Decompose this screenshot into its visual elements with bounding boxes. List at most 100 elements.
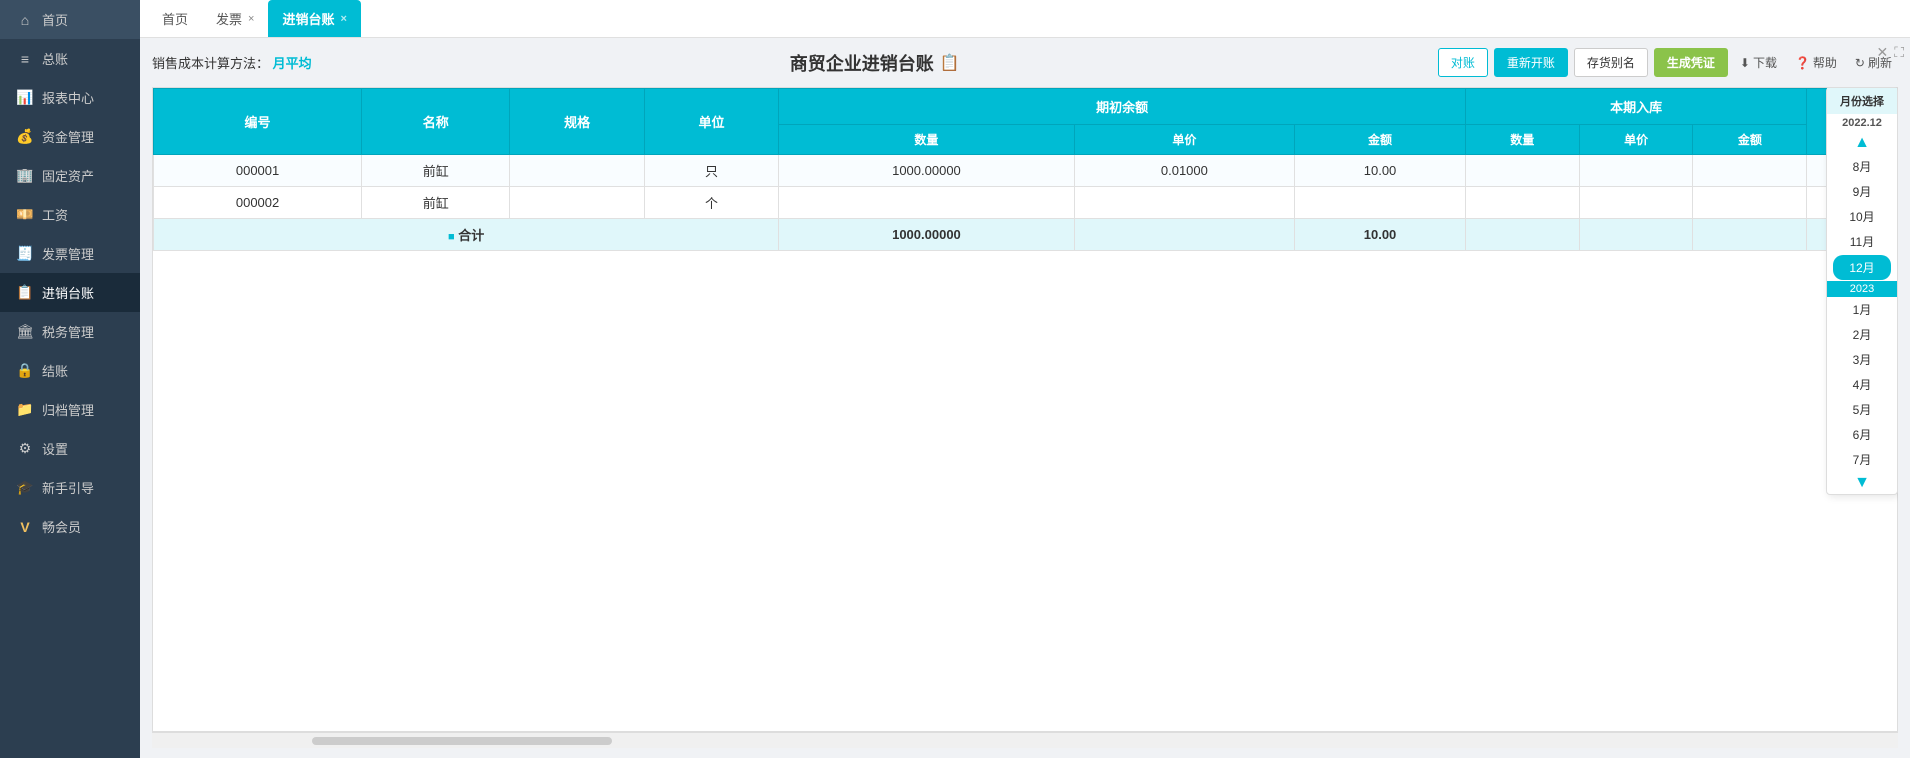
sidebar-item-invoice-mgmt[interactable]: 🧾 发票管理	[0, 234, 140, 273]
ledger-icon: ≡	[16, 51, 34, 67]
sidebar-item-label: 资金管理	[42, 127, 94, 146]
col-header-spec: 规格	[510, 89, 644, 155]
sidebar-item-label: 总账	[42, 49, 68, 68]
scrollbar-thumb[interactable]	[312, 737, 612, 745]
cell-code: 000002	[154, 187, 362, 219]
tab-invoice-close[interactable]: ×	[248, 13, 254, 25]
sidebar-item-reports[interactable]: 📊 报表中心	[0, 78, 140, 117]
month-item-1[interactable]: 1月	[1827, 297, 1897, 322]
archive-icon: 📁	[16, 401, 34, 418]
help-label: 帮助	[1813, 54, 1837, 71]
month-item-2[interactable]: 2月	[1827, 322, 1897, 347]
col-sub-qty-begin: 数量	[779, 125, 1074, 155]
cost-method: 销售成本计算方法： 月平均	[152, 53, 312, 72]
tab-purchase-sales[interactable]: 进销台账 ×	[268, 0, 360, 37]
month-item-4[interactable]: 4月	[1827, 372, 1897, 397]
cell-amount-in	[1693, 155, 1807, 187]
cost-method-label: 销售成本计算方法：	[152, 56, 269, 71]
cell-unit: 只	[644, 155, 778, 187]
sidebar-item-fixed-assets[interactable]: 🏢 固定资产	[0, 156, 140, 195]
download-icon: ⬇	[1740, 56, 1750, 70]
tab-purchase-sales-close[interactable]: ×	[340, 13, 346, 25]
cell-spec	[510, 187, 644, 219]
window-close-button[interactable]: ✕	[1876, 44, 1888, 61]
month-item-5[interactable]: 5月	[1827, 397, 1897, 422]
guide-icon: 🎓	[16, 479, 34, 496]
month-item-11[interactable]: 11月	[1827, 229, 1897, 254]
tab-purchase-sales-label: 进销台账	[282, 9, 334, 28]
cost-method-value: 月平均	[273, 56, 312, 71]
sidebar-item-settings[interactable]: ⚙ 设置	[0, 429, 140, 468]
total-amount-in	[1693, 219, 1807, 251]
month-panel-title: 月份选择	[1827, 88, 1897, 114]
tab-invoice[interactable]: 发票 ×	[202, 0, 268, 37]
cell-name: 前缸	[362, 155, 510, 187]
col-header-unit: 单位	[644, 89, 778, 155]
month-item-9[interactable]: 9月	[1827, 179, 1897, 204]
download-button[interactable]: ⬇ 下载	[1734, 49, 1783, 76]
sidebar-item-home[interactable]: ⌂ 首页	[0, 0, 140, 39]
total-price-begin	[1074, 219, 1295, 251]
tax-icon: 🏛	[16, 323, 34, 340]
month-item-7[interactable]: 7月	[1827, 447, 1897, 472]
month-item-12[interactable]: 12月	[1833, 255, 1891, 280]
page-title-icon: 📋	[940, 53, 960, 73]
help-button[interactable]: ❓ 帮助	[1789, 49, 1843, 76]
reconcile-button[interactable]: 对账	[1438, 48, 1488, 77]
reopen-button[interactable]: 重新开账	[1494, 48, 1568, 77]
sidebar-item-archive[interactable]: 📁 归档管理	[0, 390, 140, 429]
sidebar-item-purchase-sales[interactable]: 📋 进销台账	[0, 273, 140, 312]
month-item-3[interactable]: 3月	[1827, 347, 1897, 372]
year-2023-label: 2023	[1827, 281, 1897, 297]
generate-voucher-button[interactable]: 生成凭证	[1654, 48, 1728, 77]
sidebar-item-payroll[interactable]: 💴 工资	[0, 195, 140, 234]
cell-unit: 个	[644, 187, 778, 219]
total-qty-in	[1465, 219, 1579, 251]
col-group-begin: 期初余额	[779, 89, 1466, 125]
col-sub-amount-begin: 金额	[1295, 125, 1466, 155]
sidebar-item-label: 设置	[42, 439, 68, 458]
content-area: ✕ ⛶ 销售成本计算方法： 月平均 商贸企业进销台账 📋 对账 重新开账 存货别…	[140, 38, 1910, 758]
sidebar-item-funds[interactable]: 💰 资金管理	[0, 117, 140, 156]
cell-price-begin	[1074, 187, 1295, 219]
fixed-assets-icon: 🏢	[16, 167, 34, 184]
horizontal-scrollbar[interactable]	[152, 732, 1898, 748]
total-qty-begin: 1000.00000	[779, 219, 1074, 251]
window-controls: ✕ ⛶	[1876, 44, 1904, 61]
col-sub-price-in: 单价	[1579, 125, 1693, 155]
col-sub-qty-in: 数量	[1465, 125, 1579, 155]
funds-icon: 💰	[16, 128, 34, 145]
month-item-6[interactable]: 6月	[1827, 422, 1897, 447]
sidebar-item-label: 首页	[42, 10, 68, 29]
sidebar-item-vip[interactable]: V 畅会员	[0, 507, 140, 546]
page-title: 商贸企业进销台账 📋	[312, 50, 1438, 76]
sidebar-item-ledger[interactable]: ≡ 总账	[0, 39, 140, 78]
month-panel: 月份选择 2022.12 ▲ 8月 9月 10月 11月 12月 2023 1月…	[1826, 87, 1898, 495]
month-item-8[interactable]: 8月	[1827, 154, 1897, 179]
cell-amount-in	[1693, 187, 1807, 219]
col-header-code: 编号	[154, 89, 362, 155]
cell-spec	[510, 155, 644, 187]
cell-amount-begin	[1295, 187, 1466, 219]
sidebar-item-guide[interactable]: 🎓 新手引导	[0, 468, 140, 507]
col-group-in: 本期入库	[1465, 89, 1806, 125]
settings-icon: ⚙	[16, 440, 34, 457]
total-price-in	[1579, 219, 1693, 251]
sidebar-item-label: 固定资产	[42, 166, 94, 185]
cell-price-in	[1579, 155, 1693, 187]
sidebar-item-tax[interactable]: 🏛 税务管理	[0, 312, 140, 351]
month-next-button[interactable]: ▼	[1827, 472, 1897, 494]
cell-price-in	[1579, 187, 1693, 219]
window-maximize-button[interactable]: ⛶	[1894, 44, 1904, 61]
reports-icon: 📊	[16, 89, 34, 106]
tab-home[interactable]: 首页	[148, 0, 202, 37]
save-alias-button[interactable]: 存货别名	[1574, 48, 1648, 77]
sidebar-item-closing[interactable]: 🔒 结账	[0, 351, 140, 390]
month-item-10[interactable]: 10月	[1827, 204, 1897, 229]
month-prev-button[interactable]: ▲	[1827, 132, 1897, 154]
invoice-mgmt-icon: 🧾	[16, 245, 34, 262]
tab-bar: 首页 发票 × 进销台账 ×	[140, 0, 1910, 38]
total-amount-begin: 10.00	[1295, 219, 1466, 251]
cell-code: 000001	[154, 155, 362, 187]
sidebar: ⌂ 首页 ≡ 总账 📊 报表中心 💰 资金管理 🏢 固定资产 💴 工资 🧾 发票…	[0, 0, 140, 758]
